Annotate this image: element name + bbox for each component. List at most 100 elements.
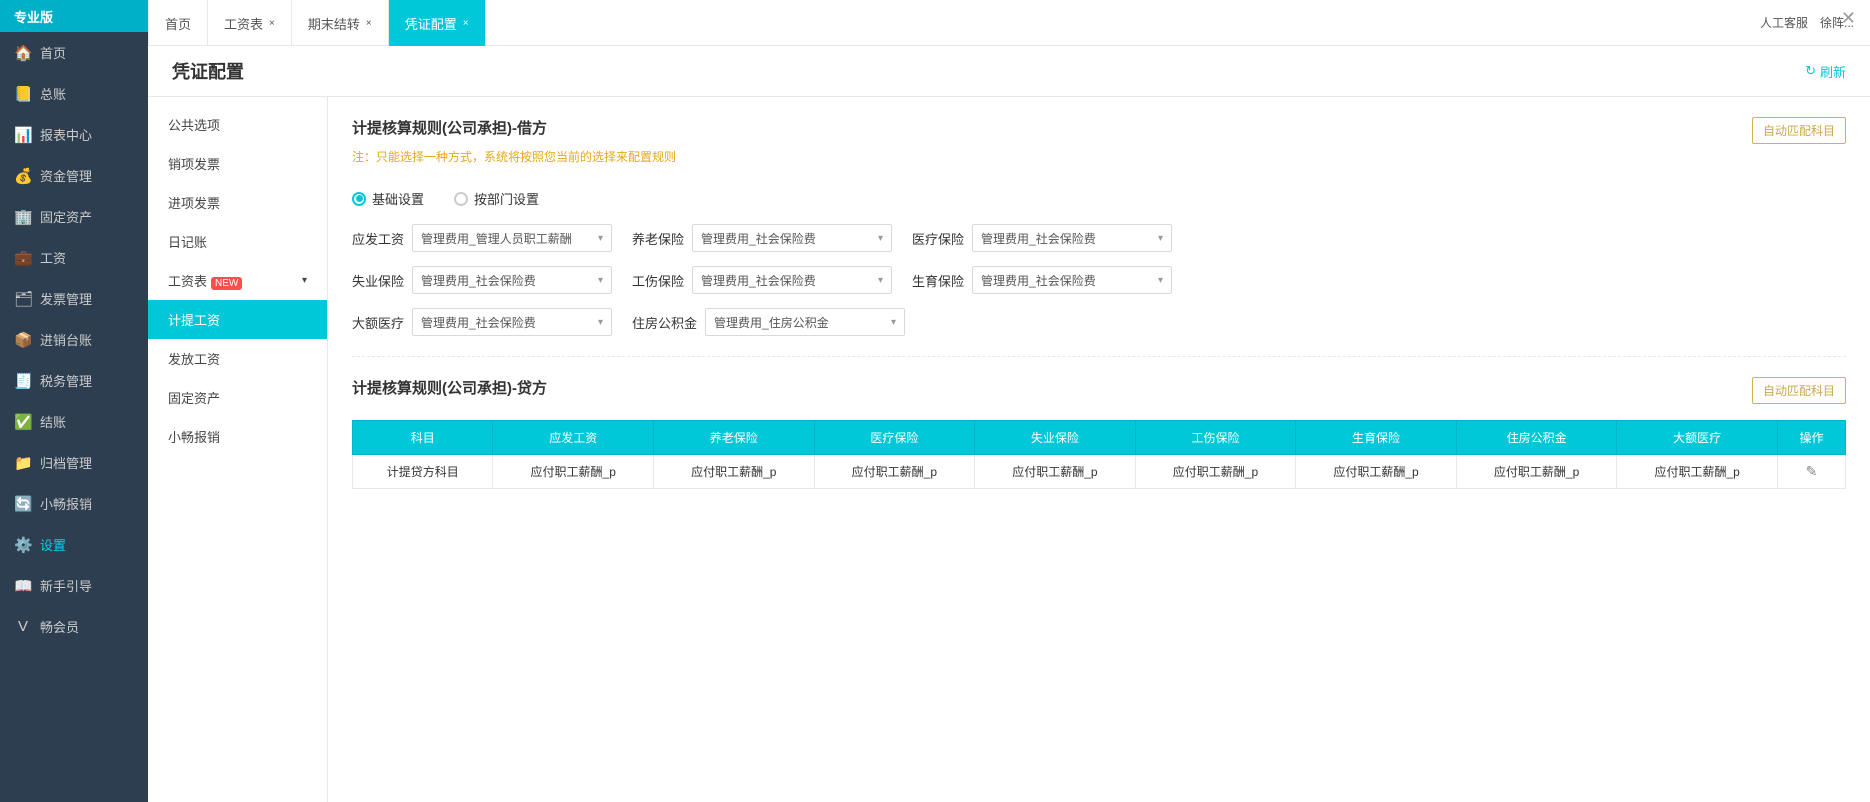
- auto-match-debit-button[interactable]: 自动匹配科目: [1752, 117, 1846, 144]
- section-debit-note: 注：只能选择一种方式，系统将按照您当前的选择来配置规则: [352, 148, 676, 165]
- sidebar-item-salary[interactable]: 💼工资: [0, 237, 148, 278]
- tab-period-close[interactable]: 期末结转 ×: [292, 0, 389, 46]
- sidebar-item-closing[interactable]: ✅ 结账: [0, 401, 148, 442]
- field-label: 养老保险: [632, 229, 684, 248]
- window-close-button[interactable]: ✕: [1827, 0, 1870, 37]
- debit-row-3: 大额医疗 管理费用_社会保险费 ▾ 住房公积金 管理费用_住房公积金 ▾: [352, 308, 1846, 336]
- left-nav-label-sales-invoice: 销项发票: [168, 154, 220, 173]
- field-select-失业保险[interactable]: 管理费用_社会保险费 ▾: [412, 266, 612, 294]
- field-select-医疗保险[interactable]: 管理费用_社会保险费 ▾: [972, 224, 1172, 252]
- right-content: 计提核算规则(公司承担)-借方 注：只能选择一种方式，系统将按照您当前的选择来配…: [328, 97, 1870, 802]
- field-select-value: 管理费用_社会保险费: [701, 230, 816, 247]
- auto-match-credit-button[interactable]: 自动匹配科目: [1752, 377, 1846, 404]
- left-nav-label-purchase-invoice: 进项发票: [168, 193, 220, 212]
- row-value-1[interactable]: 应付职工薪酬_p: [653, 455, 814, 489]
- field-住房公积金: 住房公积金 管理费用_住房公积金 ▾: [632, 308, 905, 336]
- sidebar-item-general-ledger[interactable]: 📒总账: [0, 73, 148, 114]
- credit-table: 科目应发工资养老保险医疗保险失业保险工伤保险生育保险住房公积金大额医疗操作 计提…: [352, 420, 1846, 489]
- row-value-0[interactable]: 应付职工薪酬_p: [493, 455, 654, 489]
- col-header-养老保险: 养老保险: [653, 421, 814, 455]
- field-select-大额医疗[interactable]: 管理费用_社会保险费 ▾: [412, 308, 612, 336]
- field-select-养老保险[interactable]: 管理费用_社会保险费 ▾: [692, 224, 892, 252]
- sidebar-item-report-center[interactable]: 📊报表中心: [0, 114, 148, 155]
- radio-basic-label: 基础设置: [372, 189, 424, 208]
- chevron-down-icon: ▾: [1158, 233, 1163, 244]
- tab-salary-table[interactable]: 工资表 ×: [208, 0, 292, 46]
- row-value-2[interactable]: 应付职工薪酬_p: [814, 455, 975, 489]
- tab-close-period-close[interactable]: ×: [366, 18, 372, 29]
- field-select-应发工资[interactable]: 管理费用_管理人员职工薪酬 ▾: [412, 224, 612, 252]
- user-service[interactable]: 人工客服: [1760, 14, 1808, 31]
- chevron-down-icon: ▾: [878, 275, 883, 286]
- chevron-down-icon: ▾: [1158, 275, 1163, 286]
- left-nav-item-small-expense[interactable]: 小畅报销: [148, 417, 327, 456]
- tab-home[interactable]: 首页: [148, 0, 208, 46]
- row-value-4[interactable]: 应付职工薪酬_p: [1135, 455, 1296, 489]
- field-select-住房公积金[interactable]: 管理费用_住房公积金 ▾: [705, 308, 905, 336]
- field-label: 大额医疗: [352, 313, 404, 332]
- field-label: 应发工资: [352, 229, 404, 248]
- sidebar-icon-fund-management: 💰: [14, 167, 32, 185]
- field-失业保险: 失业保险 管理费用_社会保险费 ▾: [352, 266, 612, 294]
- left-nav-item-payroll-table[interactable]: 工资表NEW▾: [148, 261, 327, 300]
- tab-close-voucher-config[interactable]: ×: [463, 18, 469, 29]
- sidebar-item-fixed-assets[interactable]: 🏢固定资产: [0, 196, 148, 237]
- field-select-生育保险[interactable]: 管理费用_社会保险费 ▾: [972, 266, 1172, 294]
- refresh-icon: ↻: [1805, 63, 1816, 79]
- left-nav-label-fixed-assets: 固定资产: [168, 388, 220, 407]
- sidebar-item-label-closing: 结账: [40, 412, 66, 431]
- field-大额医疗: 大额医疗 管理费用_社会保险费 ▾: [352, 308, 612, 336]
- left-nav-item-pay-salary[interactable]: 发放工资: [148, 339, 327, 378]
- sidebar-item-home[interactable]: 🏠首页: [0, 32, 148, 73]
- left-nav-item-sales-invoice[interactable]: 销项发票: [148, 144, 327, 183]
- tab-label-period-close: 期末结转: [308, 14, 360, 33]
- radio-by-dept[interactable]: 按部门设置: [454, 189, 539, 208]
- sidebar-item-label-vip: 畅会员: [40, 617, 79, 636]
- row-value-3[interactable]: 应付职工薪酬_p: [975, 455, 1136, 489]
- sidebar-item-label-invoice-management: 发票管理: [40, 289, 92, 308]
- sidebar-item-invoice-management[interactable]: 🗂发票管理: [0, 278, 148, 319]
- chevron-down-icon: ▾: [598, 317, 603, 328]
- row-value-5[interactable]: 应付职工薪酬_p: [1296, 455, 1457, 489]
- left-nav-item-calc-salary[interactable]: 计提工资: [148, 300, 327, 339]
- field-label: 失业保险: [352, 271, 404, 290]
- refresh-label: 刷新: [1820, 62, 1846, 81]
- left-nav-item-public-options[interactable]: 公共选项: [148, 105, 327, 144]
- left-nav-item-journal[interactable]: 日记账: [148, 222, 327, 261]
- col-header-失业保险: 失业保险: [975, 421, 1136, 455]
- row-value-7[interactable]: 应付职工薪酬_p: [1617, 455, 1778, 489]
- sidebar-item-tax-management[interactable]: 🧾税务管理: [0, 360, 148, 401]
- sidebar-item-purchase-sales[interactable]: 📦进销台账: [0, 319, 148, 360]
- field-应发工资: 应发工资 管理费用_管理人员职工薪酬 ▾: [352, 224, 612, 252]
- sidebar-icon-new-guide: 📖: [14, 577, 32, 595]
- sidebar-icon-closing: ✅: [14, 413, 32, 431]
- left-nav-item-fixed-assets[interactable]: 固定资产: [148, 378, 327, 417]
- edit-icon[interactable]: ✎: [1806, 463, 1818, 479]
- sidebar-item-fund-management[interactable]: 💰资金管理: [0, 155, 148, 196]
- sidebar-item-settings[interactable]: ⚙️ 设置: [0, 524, 148, 565]
- left-nav-item-purchase-invoice[interactable]: 进项发票: [148, 183, 327, 222]
- sidebar-item-vip[interactable]: V畅会员: [0, 606, 148, 647]
- sidebar-item-label-settings: 设置: [40, 535, 66, 554]
- radio-basic-circle: [352, 192, 366, 206]
- sidebar-item-small-report[interactable]: 🔄小畅报销: [0, 483, 148, 524]
- field-select-工伤保险[interactable]: 管理费用_社会保险费 ▾: [692, 266, 892, 294]
- sidebar-item-new-guide[interactable]: 📖 新手引导: [0, 565, 148, 606]
- refresh-button[interactable]: ↻ 刷新: [1805, 62, 1846, 81]
- tab-voucher-config[interactable]: 凭证配置 ×: [389, 0, 486, 46]
- row-value-6[interactable]: 应付职工薪酬_p: [1456, 455, 1617, 489]
- sidebar-item-label-new-guide: 新手引导: [40, 576, 92, 595]
- sidebar-item-label-fixed-assets: 固定资产: [40, 207, 92, 226]
- tab-close-salary-table[interactable]: ×: [269, 18, 275, 29]
- field-select-value: 管理费用_社会保险费: [421, 272, 536, 289]
- row-action[interactable]: ✎: [1777, 455, 1845, 489]
- page-title: 凭证配置: [172, 58, 244, 84]
- sidebar-icon-settings: ⚙️: [14, 536, 32, 554]
- left-nav-label-journal: 日记账: [168, 232, 207, 251]
- radio-basic[interactable]: 基础设置: [352, 189, 424, 208]
- sidebar-item-archive-management[interactable]: 📁归档管理: [0, 442, 148, 483]
- field-生育保险: 生育保险 管理费用_社会保险费 ▾: [912, 266, 1172, 294]
- left-nav-label-calc-salary: 计提工资: [168, 310, 220, 329]
- field-养老保险: 养老保险 管理费用_社会保险费 ▾: [632, 224, 892, 252]
- sidebar-icon-small-report: 🔄: [14, 495, 32, 513]
